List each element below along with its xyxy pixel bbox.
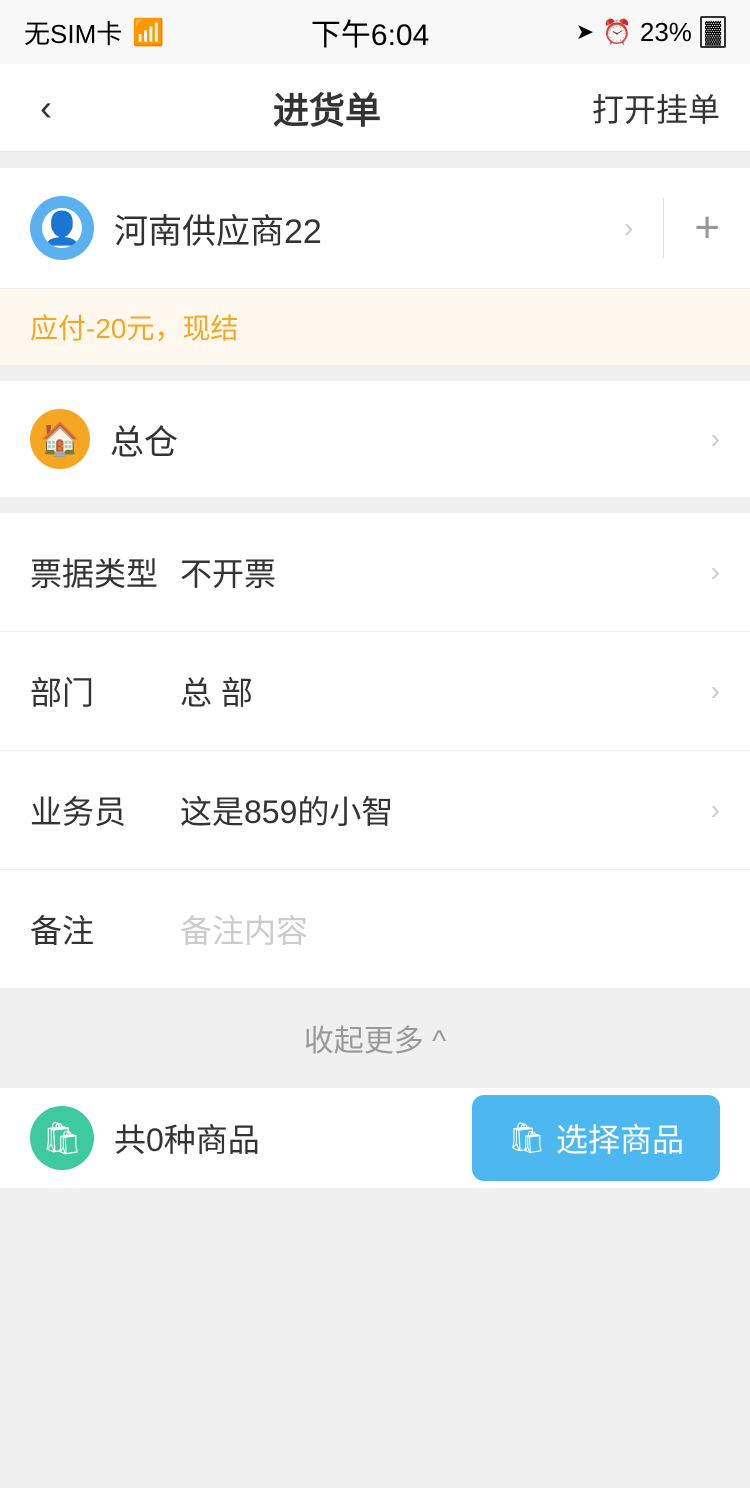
- select-product-button[interactable]: 🛍 选择商品: [472, 1095, 720, 1181]
- nav-bar: ‹ 进货单 打开挂单: [0, 64, 750, 152]
- form-row-salesperson[interactable]: 业务员 这是859的小智 ›: [0, 751, 750, 870]
- warehouse-chevron-icon: ›: [711, 423, 720, 455]
- background-fill: [0, 1188, 750, 1488]
- salesperson-value: 这是859的小智: [160, 787, 711, 833]
- status-bar-time: 下午6:04: [311, 10, 429, 54]
- remark-input[interactable]: 备注内容: [160, 906, 720, 952]
- open-pending-button[interactable]: 打开挂单: [592, 85, 720, 131]
- battery-text: 23%: [640, 17, 692, 48]
- department-chevron-icon: ›: [711, 675, 720, 707]
- supplier-name: 河南供应商22: [114, 204, 624, 253]
- invoice-type-chevron-icon: ›: [711, 556, 720, 588]
- avatar-inner: 👤: [42, 208, 82, 248]
- product-icon: 🛍: [42, 1119, 83, 1157]
- select-product-label: 选择商品: [556, 1115, 684, 1161]
- salesperson-chevron-icon: ›: [711, 794, 720, 826]
- chevron-right-icon: ›: [624, 212, 633, 244]
- warehouse-icon-wrap: 🏠: [30, 409, 90, 469]
- add-button[interactable]: +: [694, 206, 720, 250]
- department-label: 部门: [30, 668, 160, 714]
- product-count: 共0种商品: [114, 1115, 472, 1161]
- department-value: 总 部: [160, 668, 711, 714]
- warehouse-row[interactable]: 🏠 总仓 ›: [0, 381, 750, 497]
- product-icon-wrap: 🛍: [30, 1106, 94, 1170]
- person-icon: 👤: [42, 212, 82, 244]
- select-product-icon: 🛍: [508, 1121, 546, 1156]
- supplier-row[interactable]: 👤 河南供应商22 › +: [0, 168, 750, 289]
- status-bar-right: ➤ ⏰ 23% ▓: [576, 16, 726, 48]
- page-title: 进货单: [273, 82, 381, 134]
- wifi-icon: 📶: [132, 17, 164, 48]
- separator: [663, 198, 664, 258]
- supplier-section: 👤 河南供应商22 › + 应付-20元，现结: [0, 168, 750, 365]
- invoice-type-label: 票据类型: [30, 549, 160, 595]
- warehouse-icon: 🏠: [40, 420, 80, 458]
- notice-bar: 应付-20元，现结: [0, 289, 750, 365]
- supplier-actions: › +: [624, 198, 720, 258]
- back-button[interactable]: ‹: [30, 77, 62, 139]
- collapse-bar[interactable]: 收起更多 ^: [0, 988, 750, 1088]
- product-bar: 🛍 共0种商品 🛍 选择商品: [0, 1088, 750, 1188]
- form-row-invoice-type[interactable]: 票据类型 不开票 ›: [0, 513, 750, 632]
- warehouse-name: 总仓: [110, 415, 711, 464]
- status-bar: 无SIM卡 📶 下午6:04 ➤ ⏰ 23% ▓: [0, 0, 750, 64]
- form-section: 票据类型 不开票 › 部门 总 部 › 业务员 这是859的小智 › 备注 备注…: [0, 513, 750, 988]
- location-icon: ➤: [576, 19, 594, 45]
- alarm-icon: ⏰: [602, 18, 632, 47]
- form-row-department[interactable]: 部门 总 部 ›: [0, 632, 750, 751]
- battery-icon: ▓: [700, 16, 726, 48]
- remark-label: 备注: [30, 906, 160, 952]
- carrier-text: 无SIM卡: [24, 14, 122, 51]
- invoice-type-value: 不开票: [160, 549, 711, 595]
- form-row-remark[interactable]: 备注 备注内容: [0, 870, 750, 988]
- warehouse-section: 🏠 总仓 ›: [0, 381, 750, 497]
- salesperson-label: 业务员: [30, 787, 160, 833]
- supplier-avatar: 👤: [30, 196, 94, 260]
- status-bar-left: 无SIM卡 📶: [24, 14, 165, 51]
